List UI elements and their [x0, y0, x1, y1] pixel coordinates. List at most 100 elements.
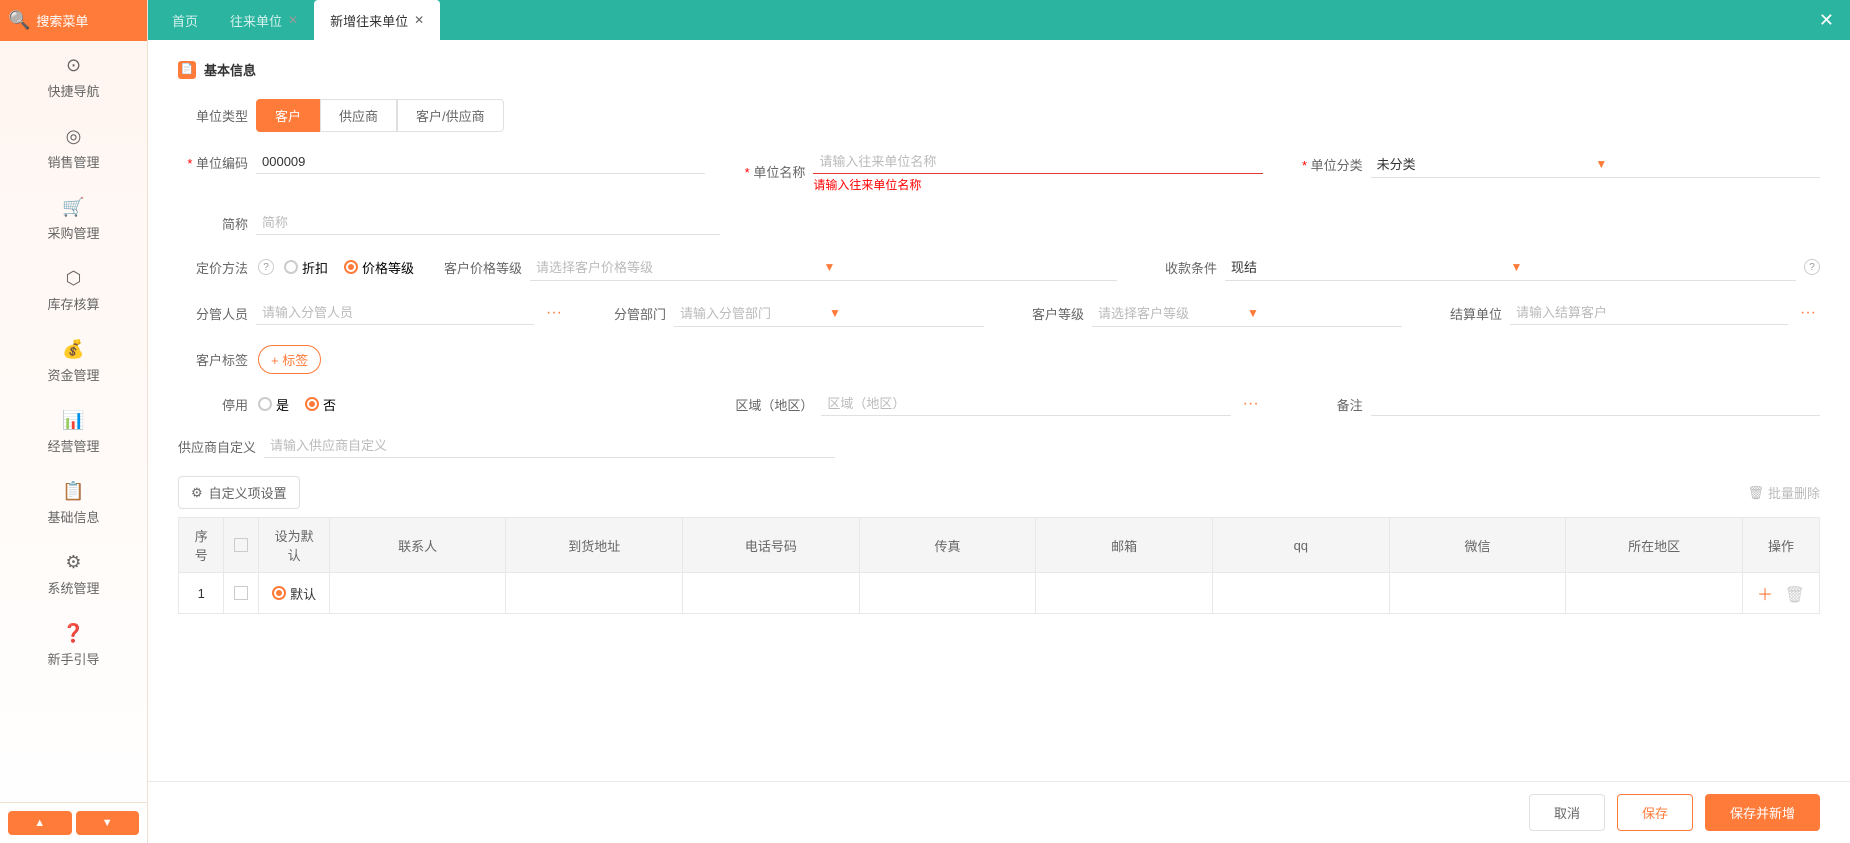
tab-new-partner-close[interactable]: ✕ — [414, 13, 424, 27]
row-seq: 1 — [179, 573, 224, 614]
sidebar-item-guide[interactable]: ❓ 新手引导 — [0, 609, 147, 680]
department-select[interactable]: 请输入分管部门 ▼ — [674, 299, 984, 327]
unit-name-input[interactable] — [813, 150, 1262, 174]
disabled-no-radio[interactable]: 否 — [305, 395, 336, 414]
unit-code-input[interactable] — [256, 150, 705, 174]
sidebar-item-finance[interactable]: 💰 资金管理 — [0, 325, 147, 396]
delete-row-btn[interactable]: 🗑 — [1781, 583, 1809, 607]
department-chevron: ▼ — [829, 306, 978, 320]
discount-label: 折扣 — [302, 258, 328, 277]
row-default[interactable]: 默认 — [259, 573, 329, 614]
tag-group: 客户标签 + 标签 — [178, 345, 321, 374]
remark-input[interactable] — [1371, 392, 1820, 416]
row-region[interactable] — [1566, 573, 1743, 614]
disabled-no-circle — [305, 397, 319, 411]
batch-delete-btn[interactable]: 🗑 批量删除 — [1747, 483, 1820, 502]
payment-terms-select[interactable]: 现结 ▼ — [1225, 253, 1796, 281]
payment-terms-value: 现结 — [1231, 257, 1511, 276]
main-area: 首页 往来单位 ✕ 新增往来单位 ✕ ✕ 📄 基本信息 单位类型 客户 供应商 — [148, 0, 1850, 843]
row-email[interactable] — [1036, 573, 1213, 614]
row-select-checkbox[interactable] — [234, 586, 248, 600]
unit-category-select[interactable]: 未分类 ▼ — [1371, 150, 1820, 178]
row-default-radio[interactable]: 默认 — [269, 584, 318, 603]
finance-icon: 💰 — [62, 337, 86, 361]
tag-row: 客户标签 + 标签 — [178, 345, 1820, 374]
custom-settings-label: 自定义项设置 — [209, 483, 287, 502]
row-address[interactable] — [506, 573, 683, 614]
manager-more-btn[interactable]: ··· — [542, 304, 566, 322]
pricing-discount-radio[interactable]: 折扣 — [284, 258, 328, 277]
region-input[interactable] — [821, 392, 1230, 416]
unit-category-label: 单位分类 — [1293, 155, 1363, 174]
sidebar-item-operations[interactable]: 📊 经营管理 — [0, 396, 147, 467]
row-wechat[interactable] — [1389, 573, 1566, 614]
row-qq-input[interactable] — [1223, 586, 1379, 601]
settlement-unit-input[interactable] — [1510, 301, 1788, 325]
pricing-level-radio[interactable]: 价格等级 — [344, 258, 414, 277]
sidebar-item-basic-info[interactable]: 📋 基础信息 — [0, 467, 147, 538]
row-wechat-input[interactable] — [1400, 586, 1556, 601]
row-email-input[interactable] — [1046, 586, 1202, 601]
department-placeholder: 请输入分管部门 — [680, 303, 829, 322]
price-level-label: 价格等级 — [362, 258, 414, 277]
sidebar-item-purchase[interactable]: 🛒 采购管理 — [0, 183, 147, 254]
settlement-more-btn[interactable]: ··· — [1796, 304, 1820, 322]
row-contact-input[interactable] — [340, 586, 496, 601]
manager-input[interactable] — [256, 301, 534, 325]
pricing-help-icon[interactable]: ? — [258, 259, 274, 275]
row-fax-input[interactable] — [870, 586, 1026, 601]
sidebar-item-system[interactable]: ⚙ 系统管理 — [0, 538, 147, 609]
row-contact[interactable] — [329, 573, 506, 614]
sidebar-bottom-btn-2[interactable]: ▼ — [76, 811, 140, 835]
row-phone-input[interactable] — [693, 586, 849, 601]
col-address: 到货地址 — [506, 518, 683, 573]
settlement-unit-label: 结算单位 — [1432, 304, 1502, 323]
unit-type-both-btn[interactable]: 客户/供应商 — [397, 99, 504, 132]
row-address-input[interactable] — [516, 586, 672, 601]
unit-type-customer-btn[interactable]: 客户 — [256, 99, 320, 132]
unit-category-chevron: ▼ — [1595, 157, 1814, 171]
sidebar-item-inventory[interactable]: ⬡ 库存核算 — [0, 254, 147, 325]
col-checkbox[interactable] — [224, 518, 259, 573]
row-region-input[interactable] — [1576, 586, 1732, 601]
sidebar-item-label: 资金管理 — [47, 365, 99, 384]
tab-home[interactable]: 首页 — [156, 0, 214, 40]
sidebar: 🔍 搜索菜单 ⊙ 快捷导航 ◎ 销售管理 🛒 采购管理 ⬡ 库存核算 💰 资金管… — [0, 0, 148, 843]
custom-settings-btn[interactable]: ⚙ 自定义项设置 — [178, 476, 300, 509]
customer-price-level-select[interactable]: 请选择客户价格等级 ▼ — [530, 253, 1117, 281]
disabled-yes-radio[interactable]: 是 — [258, 395, 289, 414]
short-name-input[interactable] — [256, 211, 720, 235]
window-close-button[interactable]: ✕ — [1811, 6, 1842, 35]
tab-new-partner[interactable]: 新增往来单位 ✕ — [314, 0, 440, 40]
save-new-button[interactable]: 保存并新增 — [1705, 794, 1820, 831]
discount-radio-circle — [284, 260, 298, 274]
quick-nav-icon: ⊙ — [62, 53, 86, 77]
col-default: 设为默认 — [259, 518, 329, 573]
sidebar-bottom-btn-1[interactable]: ▲ — [8, 811, 72, 835]
payment-help-icon[interactable]: ? — [1804, 259, 1820, 275]
col-phone: 电话号码 — [683, 518, 860, 573]
add-row-btn[interactable]: ＋ — [1753, 579, 1777, 607]
tab-partners-close[interactable]: ✕ — [288, 13, 298, 27]
tab-partners[interactable]: 往来单位 ✕ — [214, 0, 314, 40]
customer-level-select[interactable]: 请选择客户等级 ▼ — [1092, 299, 1402, 327]
supplier-custom-input[interactable] — [264, 434, 835, 458]
customer-level-group: 客户等级 请选择客户等级 ▼ — [1014, 299, 1402, 327]
col-seq: 序号 — [179, 518, 224, 573]
region-more-btn[interactable]: ··· — [1239, 395, 1263, 413]
sidebar-item-quick-nav[interactable]: ⊙ 快捷导航 — [0, 41, 147, 112]
row-phone[interactable] — [683, 573, 860, 614]
guide-icon: ❓ — [62, 621, 86, 645]
save-button[interactable]: 保存 — [1617, 794, 1693, 831]
add-tag-btn[interactable]: + 标签 — [258, 345, 321, 374]
unit-type-supplier-btn[interactable]: 供应商 — [320, 99, 397, 132]
cancel-button[interactable]: 取消 — [1529, 794, 1605, 831]
select-all-checkbox[interactable] — [234, 538, 248, 552]
row-qq[interactable] — [1212, 573, 1389, 614]
operations-icon: 📊 — [62, 408, 86, 432]
row-checkbox[interactable] — [224, 573, 259, 614]
row-fax[interactable] — [859, 573, 1036, 614]
customer-price-level-group: 客户价格等级 请选择客户价格等级 ▼ — [444, 253, 1117, 281]
sidebar-item-sales[interactable]: ◎ 销售管理 — [0, 112, 147, 183]
sidebar-search[interactable]: 🔍 搜索菜单 — [0, 0, 147, 41]
